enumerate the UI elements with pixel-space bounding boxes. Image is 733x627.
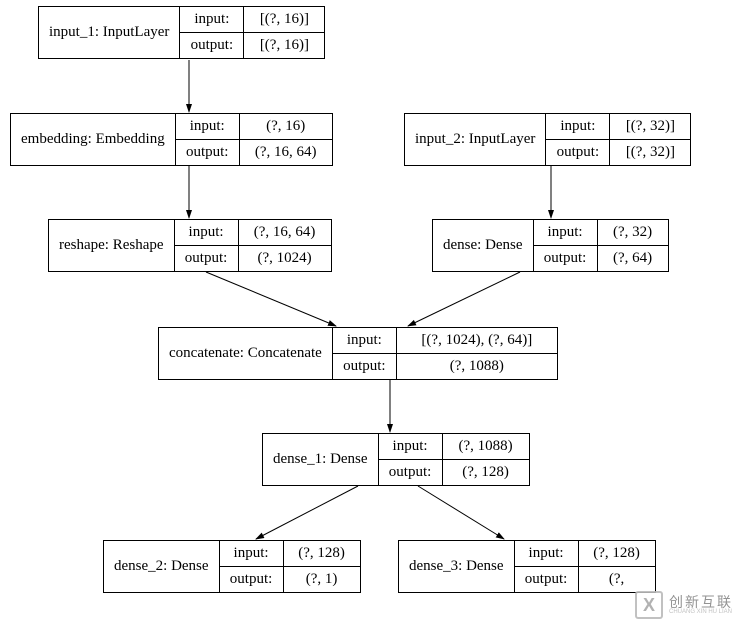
io-label-output: output:	[180, 33, 244, 58]
io-value-output: (?, 1088)	[397, 354, 557, 379]
node-dense: dense: Dense input: (?, 32) output: (?, …	[432, 219, 669, 272]
io-value-output: (?, 64)	[598, 246, 668, 271]
node-name: dense_3: Dense	[399, 541, 515, 592]
node-input_2: input_2: InputLayer input: [(?, 32)] out…	[404, 113, 691, 166]
io-value-output: (?, 1)	[284, 567, 360, 592]
node-name: dense: Dense	[433, 220, 534, 271]
node-io: input: (?, 16) output: (?, 16, 64)	[176, 114, 332, 165]
node-name: concatenate: Concatenate	[159, 328, 333, 379]
io-label-input: input:	[379, 434, 443, 459]
node-embedding: embedding: Embedding input: (?, 16) outp…	[10, 113, 333, 166]
io-value-output: (?,	[579, 567, 655, 592]
io-label-output: output:	[333, 354, 397, 379]
node-name: embedding: Embedding	[11, 114, 176, 165]
watermark-text-top: 创新互联	[669, 595, 733, 609]
io-value-input: [(?, 32)]	[610, 114, 690, 139]
graph-edges	[0, 0, 733, 627]
io-label-input: input:	[534, 220, 598, 245]
node-dense_3: dense_3: Dense input: (?, 128) output: (…	[398, 540, 656, 593]
node-reshape: reshape: Reshape input: (?, 16, 64) outp…	[48, 219, 332, 272]
io-value-output: (?, 16, 64)	[240, 140, 332, 165]
node-name: dense_2: Dense	[104, 541, 220, 592]
node-dense_2: dense_2: Dense input: (?, 128) output: (…	[103, 540, 361, 593]
node-name: input_2: InputLayer	[405, 114, 546, 165]
node-name: dense_1: Dense	[263, 434, 379, 485]
io-value-output: [(?, 32)]	[610, 140, 690, 165]
node-io: input: (?, 128) output: (?,	[515, 541, 655, 592]
watermark: X 创新互联 CHUANG XIN HU LIAN	[635, 591, 733, 619]
io-value-input: [(?, 16)]	[244, 7, 324, 32]
node-input_1: input_1: InputLayer input: [(?, 16)] out…	[38, 6, 325, 59]
node-io: input: (?, 1088) output: (?, 128)	[379, 434, 529, 485]
node-concatenate: concatenate: Concatenate input: [(?, 102…	[158, 327, 558, 380]
node-io: input: [(?, 16)] output: [(?, 16)]	[180, 7, 324, 58]
io-value-output: (?, 128)	[443, 460, 529, 485]
io-label-output: output:	[546, 140, 610, 165]
node-io: input: [(?, 1024), (?, 64)] output: (?, …	[333, 328, 557, 379]
io-value-input: (?, 128)	[284, 541, 360, 566]
io-label-input: input:	[220, 541, 284, 566]
io-value-input: (?, 32)	[598, 220, 668, 245]
io-label-input: input:	[176, 114, 240, 139]
io-label-input: input:	[175, 220, 239, 245]
io-value-output: (?, 1024)	[239, 246, 331, 271]
io-label-input: input:	[333, 328, 397, 353]
node-io: input: (?, 128) output: (?, 1)	[220, 541, 360, 592]
node-name: input_1: InputLayer	[39, 7, 180, 58]
io-value-input: (?, 1088)	[443, 434, 529, 459]
io-label-input: input:	[180, 7, 244, 32]
io-label-output: output:	[515, 567, 579, 592]
io-label-output: output:	[534, 246, 598, 271]
io-value-input: (?, 16)	[240, 114, 332, 139]
watermark-text-bottom: CHUANG XIN HU LIAN	[669, 609, 733, 615]
node-name: reshape: Reshape	[49, 220, 175, 271]
io-value-output: [(?, 16)]	[244, 33, 324, 58]
watermark-logo-icon: X	[635, 591, 663, 619]
io-label-output: output:	[220, 567, 284, 592]
io-label-output: output:	[176, 140, 240, 165]
node-dense_1: dense_1: Dense input: (?, 1088) output: …	[262, 433, 530, 486]
io-value-input: (?, 16, 64)	[239, 220, 331, 245]
node-io: input: [(?, 32)] output: [(?, 32)]	[546, 114, 690, 165]
io-label-output: output:	[379, 460, 443, 485]
node-io: input: (?, 16, 64) output: (?, 1024)	[175, 220, 331, 271]
io-label-output: output:	[175, 246, 239, 271]
io-value-input: (?, 128)	[579, 541, 655, 566]
node-io: input: (?, 32) output: (?, 64)	[534, 220, 668, 271]
io-value-input: [(?, 1024), (?, 64)]	[397, 328, 557, 353]
io-label-input: input:	[546, 114, 610, 139]
io-label-input: input:	[515, 541, 579, 566]
